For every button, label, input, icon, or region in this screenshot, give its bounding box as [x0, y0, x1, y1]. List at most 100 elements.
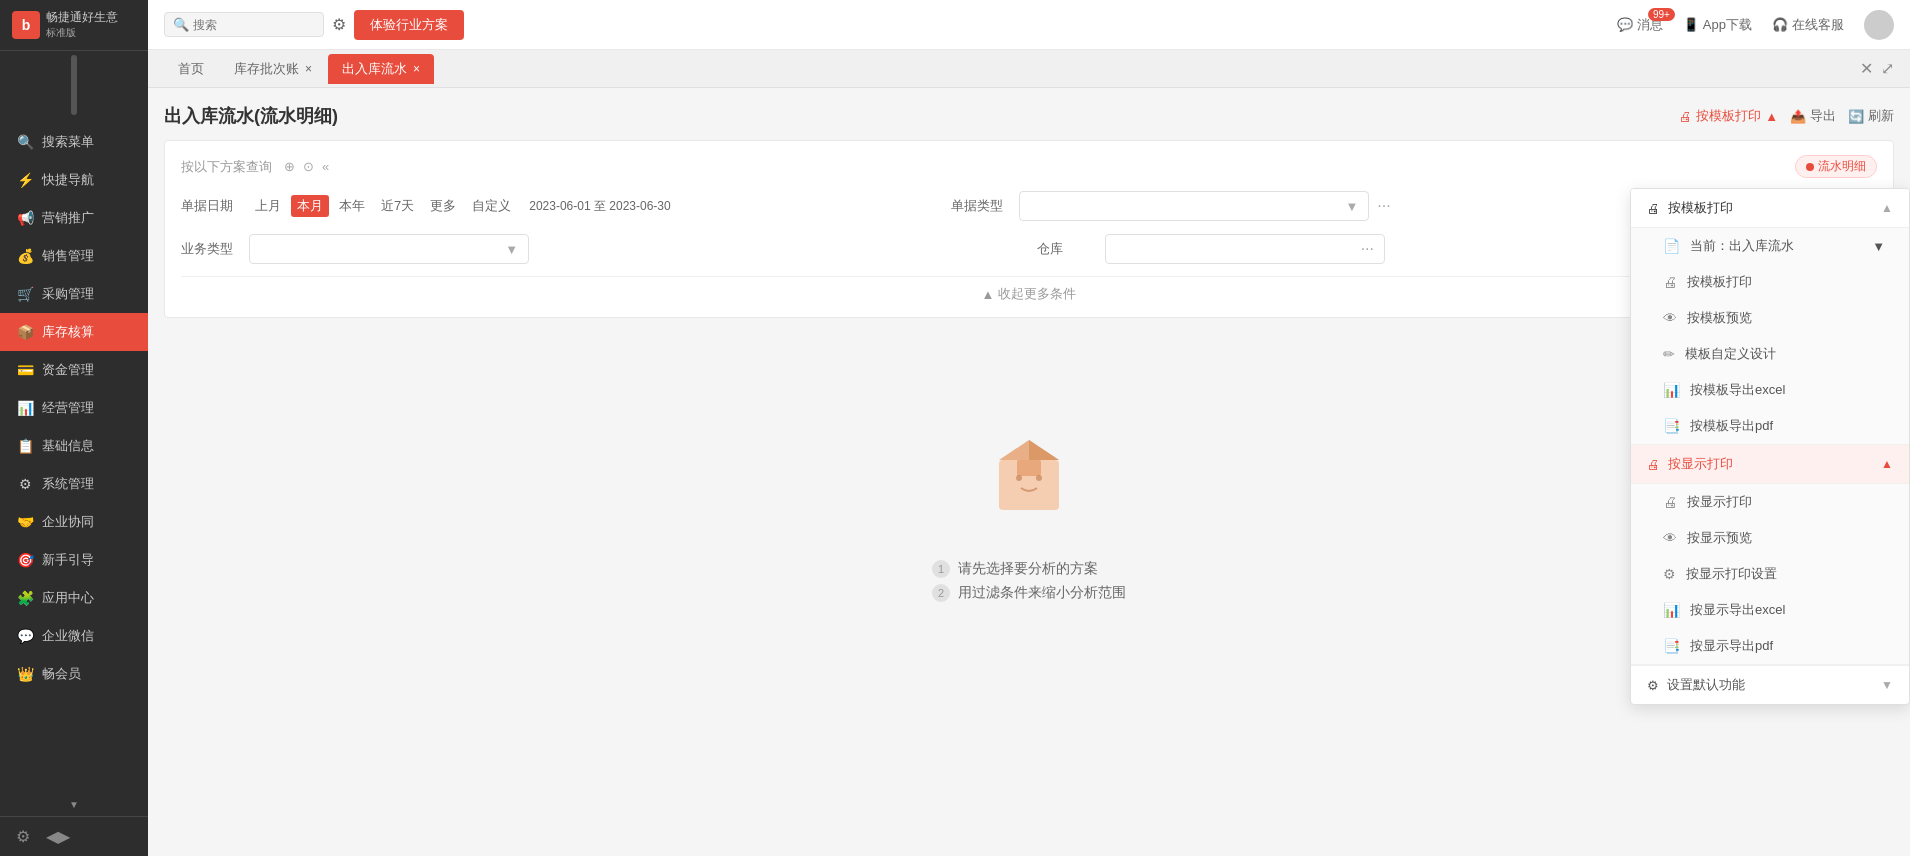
header-gear-icon[interactable]: ⚙ [332, 15, 346, 34]
template-preview-label: 按模板预览 [1687, 309, 1752, 327]
search-box[interactable]: 🔍 [164, 12, 324, 37]
close-flow-tab-icon[interactable]: × [413, 62, 420, 76]
voucher-type-more-icon[interactable]: ··· [1377, 197, 1390, 215]
sidebar-item-quicknav[interactable]: ⚡ 快捷导航 [0, 161, 148, 199]
app-download-button[interactable]: 📱 App下载 [1683, 16, 1752, 34]
sidebar-item-label: 营销推广 [42, 209, 94, 227]
template-export-pdf-item[interactable]: 📑 按模板导出pdf [1631, 408, 1909, 444]
close-all-tabs-icon[interactable]: ✕ [1860, 59, 1873, 78]
display-export-excel-item[interactable]: 📊 按显示导出excel [1631, 592, 1909, 628]
display-print-section-label: 按显示打印 [1668, 455, 1733, 473]
refresh-button[interactable]: 🔄 刷新 [1848, 107, 1894, 125]
sidebar-item-search[interactable]: 🔍 搜索菜单 [0, 123, 148, 161]
filter-settings-icon[interactable]: ⊙ [303, 159, 314, 174]
collapse-filter-btn[interactable]: ▲ 收起更多条件 [181, 276, 1877, 303]
sidebar-item-finance[interactable]: 💳 资金管理 [0, 351, 148, 389]
tab-batch[interactable]: 库存批次账 × [220, 54, 326, 84]
date-btn-last-month[interactable]: 上月 [249, 195, 287, 217]
top-header: 🔍 ⚙ 体验行业方案 💬 消息 99+ 📱 App下载 🎧 在线客服 [148, 0, 1910, 50]
date-btn-this-year[interactable]: 本年 [333, 195, 371, 217]
sidebar-item-appcenter[interactable]: 🧩 应用中心 [0, 579, 148, 617]
sidebar-nav: 🔍 搜索菜单 ⚡ 快捷导航 📢 营销推广 💰 销售管理 🛒 采购管理 📦 库存核… [0, 119, 148, 793]
toggle-sidebar-icon[interactable]: ◀▶ [46, 827, 70, 846]
template-export-excel-item[interactable]: 📊 按模板导出excel [1631, 372, 1909, 408]
display-print-item[interactable]: 🖨 按显示打印 [1631, 484, 1909, 520]
sidebar-item-operation[interactable]: 📊 经营管理 [0, 389, 148, 427]
sidebar-item-sales[interactable]: 💰 销售管理 [0, 237, 148, 275]
chevron-up-icon: ▲ [982, 287, 995, 302]
set-default-section[interactable]: ⚙ 设置默认功能 ▼ [1631, 665, 1909, 704]
current-template-item[interactable]: 📄 当前：出入库流水 ▼ [1631, 228, 1909, 264]
template-print-button[interactable]: 🖨 按模板打印 ▲ [1679, 107, 1778, 125]
business-type-select[interactable]: ▼ [249, 234, 529, 264]
message-icon: 💬 [1617, 17, 1633, 32]
message-badge: 99+ [1648, 8, 1675, 21]
sidebar-item-system[interactable]: ⚙ 系统管理 [0, 465, 148, 503]
sidebar-item-label: 企业微信 [42, 627, 94, 645]
voucher-type-select[interactable]: ▼ [1019, 191, 1369, 221]
template-custom-design-item[interactable]: ✏ 模板自定义设计 [1631, 336, 1909, 372]
user-avatar[interactable] [1864, 10, 1894, 40]
tab-home[interactable]: 首页 [164, 54, 218, 84]
sidebar-item-collab[interactable]: 🤝 企业协同 [0, 503, 148, 541]
search-icon: 🔍 [16, 134, 34, 150]
warehouse-select[interactable]: ··· [1105, 234, 1385, 264]
sales-icon: 💰 [16, 248, 34, 264]
sidebar-item-marketing[interactable]: 📢 营销推广 [0, 199, 148, 237]
tab-bar: 首页 库存批次账 × 出入库流水 × ✕ ⤢ [148, 50, 1910, 88]
sidebar-item-newbie[interactable]: 🎯 新手引导 [0, 541, 148, 579]
sidebar-item-label: 搜索菜单 [42, 133, 94, 151]
display-pdf-icon: 📑 [1663, 638, 1680, 654]
basic-icon: 📋 [16, 438, 34, 454]
filter-collapse-icon[interactable]: « [322, 159, 329, 174]
display-export-pdf-item[interactable]: 📑 按显示导出pdf [1631, 628, 1909, 664]
online-service-button[interactable]: 🎧 在线客服 [1772, 16, 1844, 34]
collapse-label: 收起更多条件 [998, 285, 1076, 303]
page-title: 出入库流水(流水明细) [164, 104, 338, 128]
sidebar-item-member[interactable]: 👑 畅会员 [0, 655, 148, 693]
display-print-settings-item[interactable]: ⚙ 按显示打印设置 [1631, 556, 1909, 592]
svg-point-5 [1036, 475, 1042, 481]
display-print-item-icon: 🖨 [1663, 494, 1677, 510]
sidebar-footer: ⚙ ◀▶ [0, 816, 148, 856]
voucher-type-arrow-icon: ▼ [1345, 199, 1358, 214]
filter-add-icon[interactable]: ⊕ [284, 159, 295, 174]
current-template-arrow-icon: ▼ [1872, 239, 1885, 254]
current-template-icon: 📄 [1663, 238, 1680, 254]
warehouse-more-icon[interactable]: ··· [1361, 240, 1374, 258]
maximize-icon[interactable]: ⤢ [1881, 59, 1894, 78]
template-excel-label: 按模板导出excel [1690, 381, 1785, 399]
set-default-chevron-icon: ▼ [1881, 678, 1893, 692]
sidebar-item-inventory[interactable]: 📦 库存核算 [0, 313, 148, 351]
export-label: 导出 [1810, 107, 1836, 125]
message-button[interactable]: 💬 消息 99+ [1617, 16, 1663, 34]
business-type-arrow-icon: ▼ [505, 242, 518, 257]
display-preview-label: 按显示预览 [1687, 529, 1752, 547]
template-print-item[interactable]: 🖨 按模板打印 [1631, 264, 1909, 300]
template-print-section-header[interactable]: 🖨 按模板打印 ▲ [1631, 189, 1909, 228]
template-preview-item[interactable]: 👁 按模板预览 [1631, 300, 1909, 336]
date-btn-more[interactable]: 更多 [424, 195, 462, 217]
date-btn-this-month[interactable]: 本月 [291, 195, 329, 217]
tip-num-1: 1 [932, 560, 950, 578]
trial-button[interactable]: 体验行业方案 [354, 10, 464, 40]
search-input[interactable] [193, 18, 315, 32]
tab-flow[interactable]: 出入库流水 × [328, 54, 434, 84]
filter-label: 按以下方案查询 [181, 158, 272, 176]
page-header: 出入库流水(流水明细) 🖨 按模板打印 ▲ 📤 导出 🔄 刷新 [164, 104, 1894, 128]
display-print-section-header[interactable]: 🖨 按显示打印 ▲ [1631, 445, 1909, 484]
current-template-label: 当前：出入库流水 [1690, 237, 1794, 255]
date-btn-custom[interactable]: 自定义 [466, 195, 517, 217]
sidebar-item-purchase[interactable]: 🛒 采购管理 [0, 275, 148, 313]
settings-footer-icon[interactable]: ⚙ [16, 827, 30, 846]
date-btn-7days[interactable]: 近7天 [375, 195, 420, 217]
export-button[interactable]: 📤 导出 [1790, 107, 1836, 125]
display-preview-item[interactable]: 👁 按显示预览 [1631, 520, 1909, 556]
display-preview-icon: 👁 [1663, 530, 1677, 546]
close-batch-tab-icon[interactable]: × [305, 62, 312, 76]
template-print-item-icon: 🖨 [1663, 274, 1677, 290]
sidebar-item-wechat[interactable]: 💬 企业微信 [0, 617, 148, 655]
svg-marker-2 [1029, 440, 1059, 460]
sidebar-item-basic[interactable]: 📋 基础信息 [0, 427, 148, 465]
sidebar-scroll-down[interactable]: ▼ [0, 793, 148, 816]
